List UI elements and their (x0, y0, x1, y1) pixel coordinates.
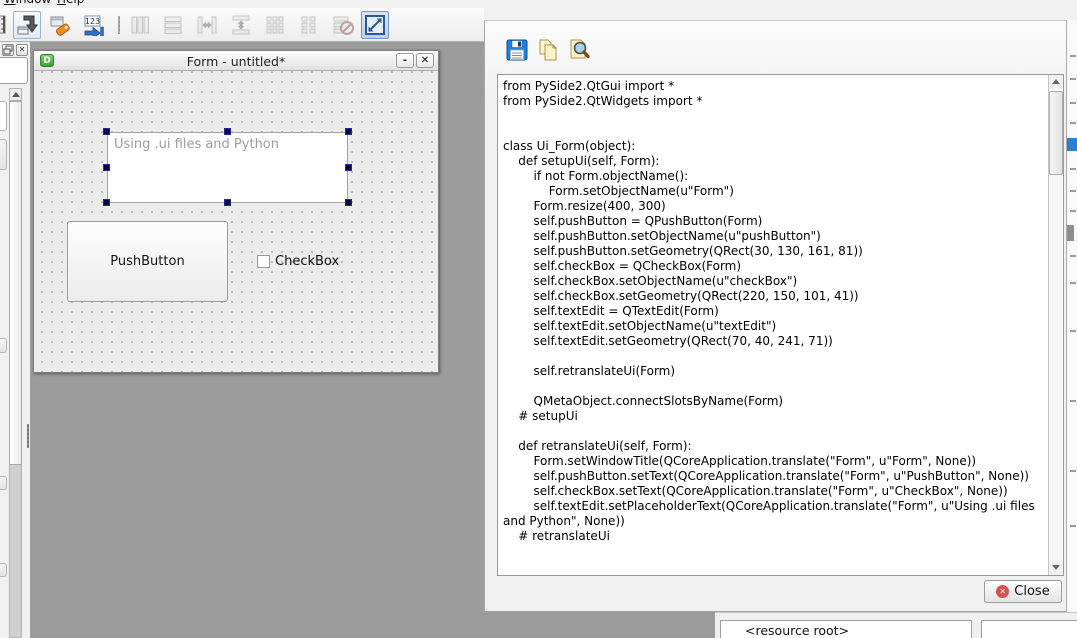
code-preview-dialog: from PySide2.QtGui import * from PySide2… (484, 20, 1066, 612)
layout-vertically-splitter-icon (230, 14, 252, 36)
checkbox-widget[interactable]: CheckBox (257, 241, 358, 282)
code-scrollbar-thumb[interactable] (1049, 91, 1063, 175)
edit-tab-order-icon: 123 (82, 14, 104, 36)
edit-tab-order-button[interactable]: 123 (79, 11, 107, 39)
break-layout-button[interactable] (329, 11, 357, 39)
layout-horizontally-icon (129, 14, 151, 36)
toolbar-separator (118, 16, 120, 34)
dock-close-button[interactable]: ✕ (16, 44, 28, 56)
splitter-handle[interactable] (27, 424, 29, 448)
layout-grid-icon (264, 14, 286, 36)
edit-signals-slots-button[interactable] (13, 11, 41, 39)
edit-buddies-icon (49, 14, 71, 36)
layout-form-button[interactable] (295, 11, 323, 39)
close-window-button[interactable]: ✕ (416, 53, 434, 68)
form-window-title: Form - untitled* (34, 54, 438, 69)
form-canvas[interactable]: Using .ui files and Python PushButton Ch… (34, 71, 438, 372)
selection-handle-bottom-right[interactable] (345, 199, 352, 206)
svg-text:123: 123 (85, 17, 100, 26)
save-icon (505, 38, 529, 62)
layout-grid-button[interactable] (261, 11, 289, 39)
layout-horizontally-splitter-button[interactable] (193, 11, 221, 39)
layout-vertically-icon (162, 14, 184, 36)
layout-horizontally-splitter-icon (196, 14, 218, 36)
selection-handle-left[interactable] (103, 164, 110, 171)
selection-handle-right[interactable] (345, 164, 352, 171)
main-toolbar: 123 (0, 8, 484, 42)
save-button[interactable] (505, 38, 529, 62)
menu-help[interactable]: Help (57, 0, 84, 6)
layout-vertically-button[interactable] (159, 11, 187, 39)
widget-box-row[interactable] (0, 101, 7, 131)
break-layout-icon (332, 14, 354, 36)
layout-vertically-splitter-button[interactable] (227, 11, 255, 39)
layout-horizontally-button[interactable] (126, 11, 154, 39)
widget-box-row[interactable] (0, 338, 7, 353)
edit-signals-slots-icon (16, 14, 38, 36)
code-scrollbar[interactable] (1048, 75, 1063, 575)
mdi-workspace: D Form - untitled* - ✕ Using .ui files a… (30, 42, 484, 638)
right-panel-edge (1066, 20, 1077, 612)
widget-filter-input[interactable] (0, 57, 28, 84)
resource-detail-box[interactable] (981, 620, 1077, 638)
selection-handle-top[interactable] (224, 128, 231, 135)
float-icon (3, 45, 13, 55)
selected-item-edge (1067, 138, 1077, 151)
copy-button[interactable] (536, 38, 560, 62)
checkbox-label: CheckBox (275, 254, 339, 269)
widget-box-panel: ✕ (0, 42, 30, 638)
edit-widgets-icon (0, 14, 9, 36)
minimize-button[interactable]: - (396, 53, 414, 68)
edit-widgets-button[interactable] (0, 11, 12, 39)
pushbutton-widget[interactable]: PushButton (67, 221, 228, 302)
scroll-up-button[interactable] (1049, 75, 1063, 89)
scroll-down-button[interactable] (1049, 561, 1063, 575)
code-view[interactable]: from PySide2.QtGui import * from PySide2… (497, 74, 1064, 576)
close-button-label: Close (1014, 584, 1049, 599)
selection-handle-top-left[interactable] (103, 128, 110, 135)
checkbox-indicator[interactable] (257, 255, 270, 268)
code-text: from PySide2.QtGui import * from PySide2… (498, 75, 1046, 544)
resource-browser-panel: <resource root> (715, 612, 1077, 638)
form-window-titlebar[interactable]: D Form - untitled* - ✕ (34, 51, 438, 71)
close-button[interactable]: ✕ Close (984, 580, 1062, 603)
widget-box-scrollbar-thumb[interactable] (9, 101, 22, 465)
edit-buddies-button[interactable] (46, 11, 74, 39)
selection-handle-bottom-left[interactable] (103, 199, 110, 206)
find-icon (567, 38, 591, 62)
widget-box-scroll-up-button[interactable] (9, 88, 22, 101)
textedit-widget[interactable]: Using .ui files and Python (107, 132, 348, 203)
form-designer-window[interactable]: D Form - untitled* - ✕ Using .ui files a… (33, 50, 439, 373)
dock-float-button[interactable] (2, 44, 14, 56)
close-icon: ✕ (996, 585, 1009, 598)
find-button[interactable] (567, 38, 591, 62)
selection-handle-top-right[interactable] (345, 128, 352, 135)
copy-icon (536, 38, 560, 62)
selection-handle-bottom[interactable] (224, 199, 231, 206)
adjust-size-icon (364, 14, 386, 36)
resource-root-item[interactable]: <resource root> (720, 620, 972, 638)
layout-form-icon (298, 14, 320, 36)
mdi-bottom-area (30, 612, 715, 638)
widget-box-row[interactable] (0, 139, 7, 170)
widget-box-row[interactable] (0, 476, 7, 490)
menu-window[interactable]: Window (4, 0, 51, 6)
menubar: Window Help (0, 0, 1077, 8)
widget-box-row[interactable] (0, 563, 7, 577)
adjust-size-button[interactable] (361, 11, 389, 39)
